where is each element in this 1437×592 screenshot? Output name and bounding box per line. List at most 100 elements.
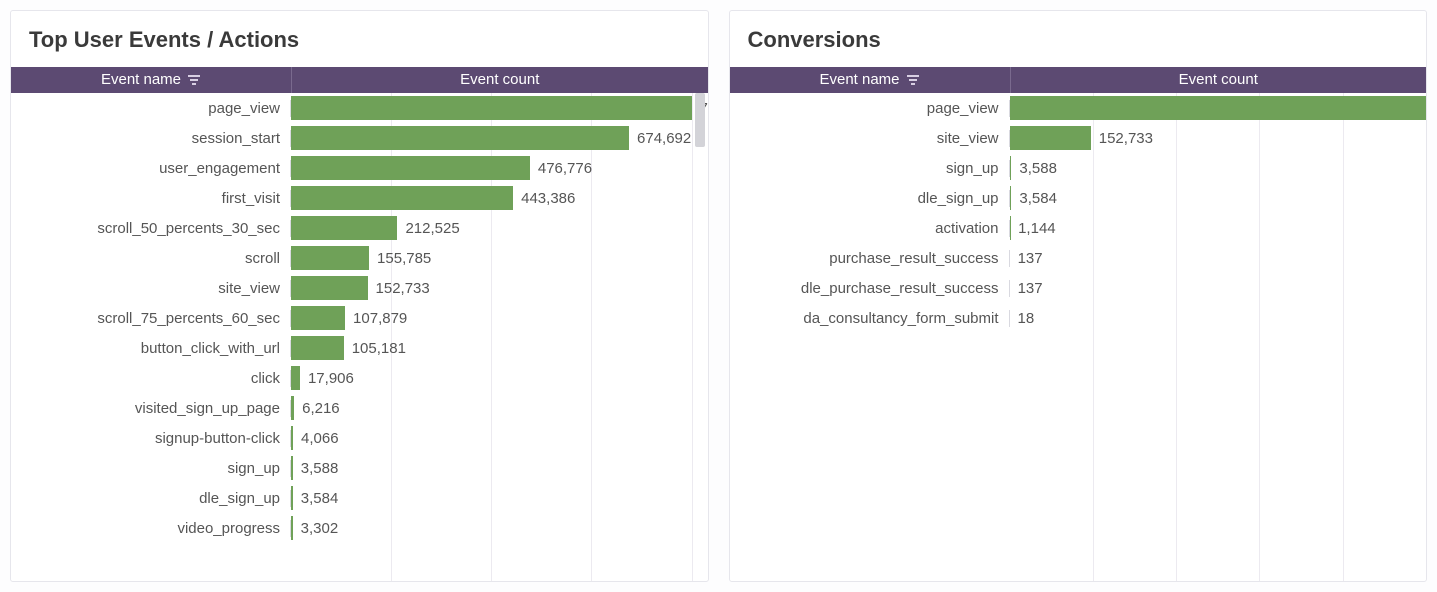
table-row[interactable]: signup-button-click4,066 [11, 423, 708, 453]
table-row[interactable]: activation1,144 [730, 213, 1427, 243]
event-name: button_click_with_url [11, 340, 291, 357]
event-bar [291, 486, 293, 510]
table-row[interactable]: sign_up3,588 [11, 453, 708, 483]
event-name: page_view [730, 100, 1010, 117]
column-header-event-count[interactable]: Event count [1011, 67, 1427, 93]
event-bar [291, 96, 692, 120]
event-count-label: 6,216 [298, 393, 340, 423]
scroll-thumb[interactable] [695, 93, 705, 147]
event-name: dle_sign_up [730, 190, 1010, 207]
panel-title: Conversions [730, 11, 1427, 67]
table-row[interactable]: site_view152,733 [730, 123, 1427, 153]
table-row[interactable]: dle_sign_up3,584 [730, 183, 1427, 213]
event-name: scroll_75_percents_60_sec [11, 310, 291, 327]
event-name: site_view [11, 280, 291, 297]
event-bar [291, 276, 368, 300]
event-count-label: 152,733 [1095, 123, 1153, 153]
table-row[interactable]: site_view 152,733 [11, 273, 708, 303]
event-bar [291, 426, 293, 450]
event-count-label: 105,181 [348, 333, 406, 363]
event-name: dle_purchase_result_success [730, 280, 1010, 297]
event-bar [291, 366, 300, 390]
panel-top-events: Top User Events / ActionsEvent name Event… [10, 10, 709, 582]
event-count-label: 17,906 [304, 363, 354, 393]
table-row[interactable]: page_view782,873 [730, 93, 1427, 123]
event-count-label: 212,525 [401, 213, 459, 243]
event-count-label: 4,066 [297, 423, 339, 453]
column-header-event-name[interactable]: Event name [730, 67, 1011, 93]
event-count-label: 3,584 [297, 483, 339, 513]
table-row[interactable]: scroll_50_percents_30_sec212,525 [11, 213, 708, 243]
event-bar-cell: 3,588 [1010, 153, 1427, 183]
column-header-event-name[interactable]: Event name [11, 67, 292, 93]
table-row[interactable]: button_click_with_url 105,181 [11, 333, 708, 363]
column-header-event-count[interactable]: Event count [292, 67, 708, 93]
event-count-label: 3,588 [1015, 153, 1057, 183]
event-bar-cell: 3,588 [291, 453, 708, 483]
event-count-label: 443,386 [517, 183, 575, 213]
event-bar-cell: 137 [1010, 243, 1427, 273]
table-row[interactable]: click 17,906 [11, 363, 708, 393]
event-name: visited_sign_up_page [11, 400, 291, 417]
table-row[interactable]: session_start 674,692 [11, 123, 708, 153]
event-bar-cell: 1,144 [1010, 213, 1427, 243]
event-bar [291, 456, 293, 480]
column-header-label: Event count [460, 71, 539, 88]
table-row[interactable]: dle_sign_up3,584 [11, 483, 708, 513]
event-name: user_engagement [11, 160, 291, 177]
event-bar [291, 186, 513, 210]
panel-title: Top User Events / Actions [11, 11, 708, 67]
event-bar [291, 126, 629, 150]
table-row[interactable]: page_view799,404 [11, 93, 708, 123]
column-header-label: Event count [1179, 71, 1258, 88]
filter-icon [187, 73, 201, 87]
event-bar [1010, 96, 1427, 120]
event-count-label: 137 [1014, 243, 1043, 273]
event-name: purchase_result_success [730, 250, 1010, 267]
table-row[interactable]: scroll_75_percents_60_sec 107,879 [11, 303, 708, 333]
event-bar [1010, 156, 1012, 180]
table-row[interactable]: scroll155,785 [11, 243, 708, 273]
event-bar-cell: 152,733 [291, 273, 708, 303]
event-name: sign_up [730, 160, 1010, 177]
event-bar [1010, 126, 1091, 150]
event-count-label: 107,879 [349, 303, 407, 333]
table-row[interactable]: purchase_result_success137 [730, 243, 1427, 273]
event-count-label: 3,588 [297, 453, 339, 483]
event-bar-cell: 152,733 [1010, 123, 1427, 153]
event-bar-cell: 17,906 [291, 363, 708, 393]
event-bar-cell: 155,785 [291, 243, 708, 273]
event-bar-cell: 3,302 [291, 513, 708, 543]
filter-icon [906, 73, 920, 87]
event-name: click [11, 370, 291, 387]
event-bar [1010, 186, 1012, 210]
event-bar [291, 336, 344, 360]
table-row[interactable]: dle_purchase_result_success137 [730, 273, 1427, 303]
event-bar [291, 246, 369, 270]
event-bar-cell: 18 [1010, 303, 1427, 333]
event-count-label: 476,776 [534, 153, 592, 183]
table-row[interactable]: first_visit443,386 [11, 183, 708, 213]
event-bar [1010, 216, 1011, 240]
table-header: Event name Event count [730, 67, 1427, 93]
event-bar-cell: 105,181 [291, 333, 708, 363]
event-count-label: 137 [1014, 273, 1043, 303]
event-bar [291, 216, 397, 240]
event-name: activation [730, 220, 1010, 237]
event-bar-cell: 674,692 [291, 123, 708, 153]
event-name: video_progress [11, 520, 291, 537]
event-count-label: 152,733 [372, 273, 430, 303]
table-row[interactable]: da_consultancy_form_submit18 [730, 303, 1427, 333]
table-row[interactable]: video_progress3,302 [11, 513, 708, 543]
table-row[interactable]: sign_up 3,588 [730, 153, 1427, 183]
event-bar [291, 396, 294, 420]
event-count-label: 674,692 [633, 123, 691, 153]
event-name: scroll [11, 250, 291, 267]
dashboard: Top User Events / ActionsEvent nameEvent… [0, 0, 1437, 592]
event-name: session_start [11, 130, 291, 147]
table-row[interactable]: visited_sign_up_page 6,216 [11, 393, 708, 423]
scrollbar[interactable] [693, 93, 707, 581]
event-bar-cell: 799,404 [291, 93, 708, 123]
event-bar-cell: 443,386 [291, 183, 708, 213]
table-row[interactable]: user_engagement 476,776 [11, 153, 708, 183]
